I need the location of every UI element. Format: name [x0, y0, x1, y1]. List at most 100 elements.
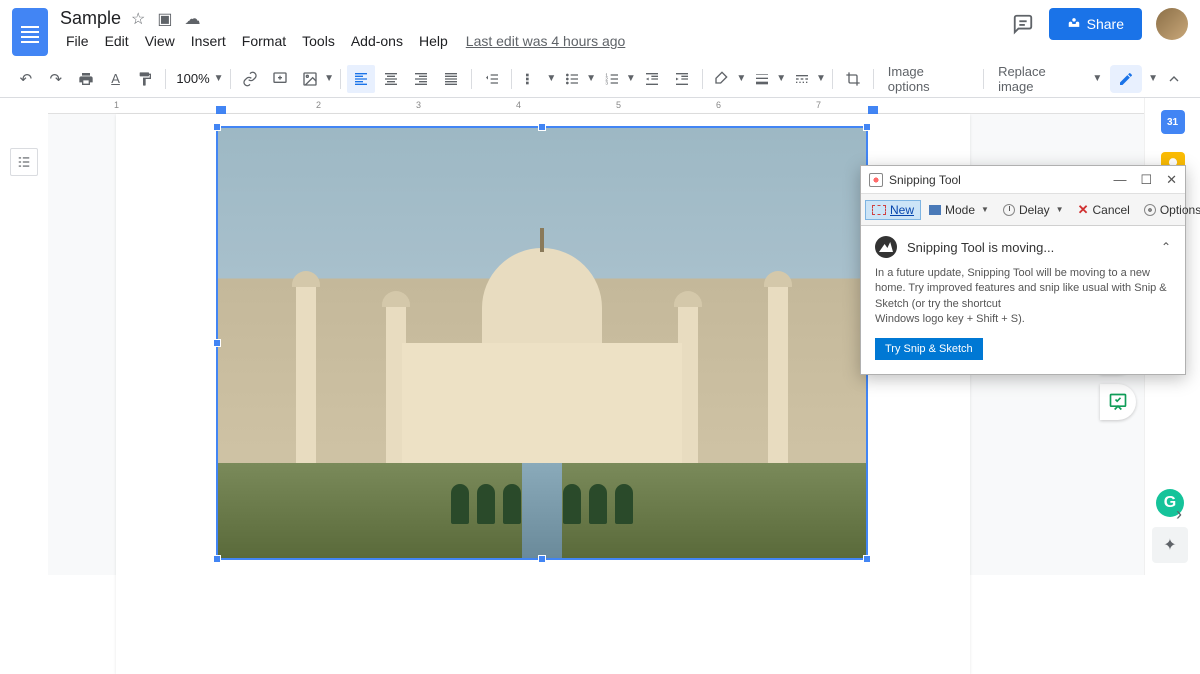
resize-handle-tm[interactable]	[538, 123, 546, 131]
title-area: Sample ☆ ▣ ☁ File Edit View Insert Forma…	[60, 8, 1011, 51]
border-dash-icon[interactable]	[788, 65, 816, 93]
numbered-list-icon[interactable]: 123	[598, 65, 626, 93]
menu-tools[interactable]: Tools	[296, 31, 341, 51]
image-content	[218, 128, 866, 558]
collapse-toolbar-icon[interactable]	[1160, 65, 1188, 93]
snipping-titlebar[interactable]: Snipping Tool — ☐ ✕	[861, 166, 1185, 194]
ruler-mark: 3	[416, 100, 421, 110]
checklist-icon[interactable]	[518, 65, 546, 93]
ruler-mark: 1	[114, 100, 119, 110]
chevron-down-icon[interactable]: ▼	[1092, 73, 1102, 84]
document-title[interactable]: Sample	[60, 8, 121, 29]
menu-help[interactable]: Help	[413, 31, 454, 51]
star-icon[interactable]: ☆	[131, 9, 145, 29]
docs-logo-icon[interactable]	[12, 8, 48, 56]
crop-icon[interactable]	[839, 65, 867, 93]
landscape-icon	[875, 236, 897, 258]
chevron-down-icon[interactable]: ▼	[776, 73, 786, 84]
minimize-icon[interactable]: —	[1113, 172, 1126, 188]
snip-cancel-label: Cancel	[1092, 203, 1129, 217]
chevron-up-icon[interactable]: ⌃	[1161, 240, 1171, 254]
snip-new-button[interactable]: New	[865, 200, 921, 220]
move-icon[interactable]: ▣	[157, 9, 172, 29]
snip-delay-label: Delay	[1019, 203, 1050, 217]
resize-handle-bm[interactable]	[538, 555, 546, 563]
explore-icon[interactable]: ✦	[1152, 527, 1188, 563]
zoom-select[interactable]: 100%	[172, 71, 213, 86]
page[interactable]	[116, 114, 970, 674]
redo-icon[interactable]: ↷	[42, 65, 70, 93]
chevron-down-icon[interactable]: ▼	[736, 73, 746, 84]
snip-cancel-button[interactable]: ✕ Cancel	[1072, 200, 1136, 220]
chevron-down-icon[interactable]: ▼	[546, 73, 556, 84]
menu-file[interactable]: File	[60, 31, 95, 51]
spellcheck-icon[interactable]: A	[102, 65, 130, 93]
share-button[interactable]: Share	[1049, 8, 1142, 40]
chevron-down-icon[interactable]: ▼	[214, 73, 224, 84]
align-right-icon[interactable]	[407, 65, 435, 93]
suggest-edit-icon[interactable]	[1100, 384, 1136, 420]
chevron-down-icon[interactable]: ▼	[981, 205, 989, 214]
clock-icon	[1003, 204, 1015, 216]
resize-handle-br[interactable]	[863, 555, 871, 563]
ruler-indent-marker[interactable]	[868, 106, 878, 114]
snip-delay-button[interactable]: Delay ▼	[997, 201, 1070, 219]
resize-handle-ml[interactable]	[213, 339, 221, 347]
ruler-mark: 7	[816, 100, 821, 110]
menu-format[interactable]: Format	[236, 31, 292, 51]
snipping-tool-window[interactable]: Snipping Tool — ☐ ✕ New Mode ▼ Delay ▼ ✕…	[860, 165, 1186, 375]
image-options-button[interactable]: Image options	[880, 64, 977, 94]
resize-handle-bl[interactable]	[213, 555, 221, 563]
chevron-down-icon[interactable]: ▼	[816, 73, 826, 84]
cloud-status-icon[interactable]: ☁	[185, 9, 201, 29]
user-avatar[interactable]	[1156, 8, 1188, 40]
ruler-indent-marker[interactable]	[216, 106, 226, 114]
outdent-icon[interactable]	[638, 65, 666, 93]
maximize-icon[interactable]: ☐	[1140, 172, 1152, 188]
chevron-down-icon[interactable]: ▼	[626, 73, 636, 84]
align-left-icon[interactable]	[347, 65, 375, 93]
print-icon[interactable]	[72, 65, 100, 93]
snip-mode-button[interactable]: Mode ▼	[923, 201, 995, 219]
align-center-icon[interactable]	[377, 65, 405, 93]
close-icon[interactable]: ✕	[1166, 172, 1177, 188]
comment-add-icon[interactable]	[266, 65, 294, 93]
snipping-app-icon	[869, 173, 883, 187]
chevron-down-icon[interactable]: ▼	[586, 73, 596, 84]
menu-addons[interactable]: Add-ons	[345, 31, 409, 51]
chevron-down-icon[interactable]: ▼	[324, 73, 334, 84]
image-insert-icon[interactable]	[296, 65, 324, 93]
try-snip-sketch-button[interactable]: Try Snip & Sketch	[875, 338, 983, 360]
side-panel-toggle-icon[interactable]: ›	[1176, 504, 1182, 525]
ruler-mark: 4	[516, 100, 521, 110]
link-icon[interactable]	[237, 65, 265, 93]
calendar-icon[interactable]: 31	[1161, 110, 1185, 134]
paint-format-icon[interactable]	[132, 65, 160, 93]
line-spacing-icon[interactable]	[478, 65, 506, 93]
bullet-list-icon[interactable]	[558, 65, 586, 93]
last-edit-link[interactable]: Last edit was 4 hours ago	[466, 33, 626, 49]
undo-icon[interactable]: ↶	[12, 65, 40, 93]
comments-icon[interactable]	[1011, 12, 1035, 36]
editing-mode-button[interactable]	[1110, 65, 1142, 93]
snipping-body: Snipping Tool is moving... ⌃ In a future…	[861, 226, 1185, 374]
outline-toggle-icon[interactable]	[10, 148, 38, 176]
ruler-mark: 2	[316, 100, 321, 110]
menu-edit[interactable]: Edit	[99, 31, 135, 51]
ruler-mark: 6	[716, 100, 721, 110]
indent-icon[interactable]	[668, 65, 696, 93]
menu-view[interactable]: View	[139, 31, 181, 51]
horizontal-ruler[interactable]: 1 2 3 4 5 6 7	[48, 98, 1144, 114]
chevron-down-icon[interactable]: ▼	[1056, 205, 1064, 214]
resize-handle-tl[interactable]	[213, 123, 221, 131]
selected-image[interactable]	[216, 126, 868, 560]
snip-options-button[interactable]: Options	[1138, 201, 1200, 219]
border-color-icon[interactable]	[709, 65, 737, 93]
menu-insert[interactable]: Insert	[185, 31, 232, 51]
ruler-mark: 5	[616, 100, 621, 110]
align-justify-icon[interactable]	[437, 65, 465, 93]
resize-handle-tr[interactable]	[863, 123, 871, 131]
chevron-down-icon[interactable]: ▼	[1148, 73, 1158, 84]
replace-image-button[interactable]: Replace image	[990, 64, 1092, 94]
border-weight-icon[interactable]	[748, 65, 776, 93]
